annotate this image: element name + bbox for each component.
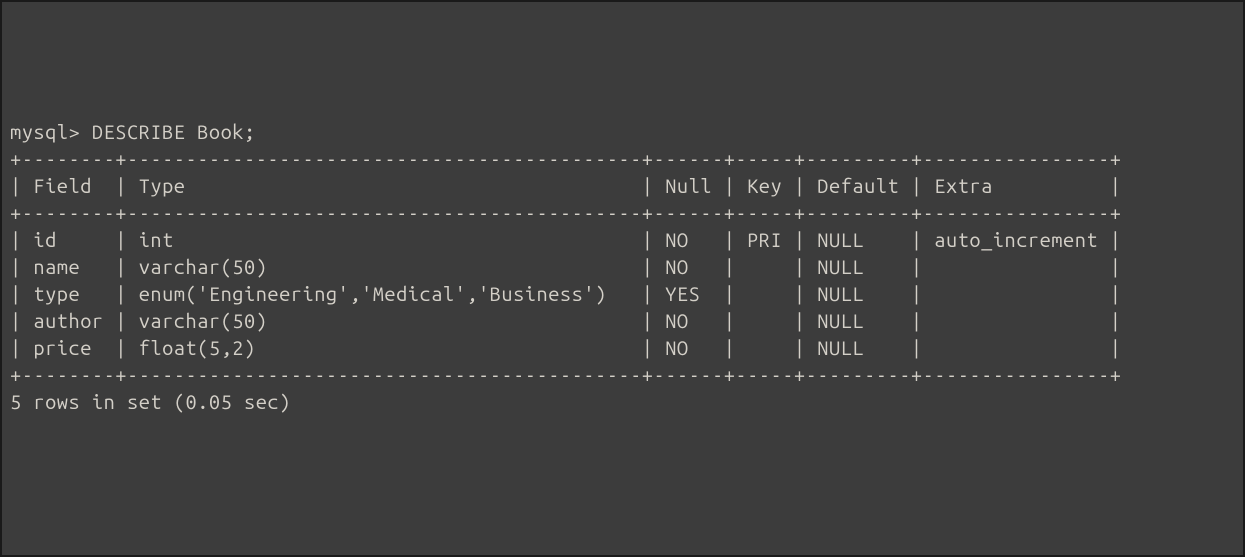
table-border-bottom: +--------+------------------------------… <box>10 363 1122 386</box>
table-border-top: +--------+------------------------------… <box>10 147 1122 170</box>
result-footer: 5 rows in set (0.05 sec) <box>10 390 291 413</box>
sql-command[interactable]: DESCRIBE Book; <box>92 120 256 143</box>
table-border-mid: +--------+------------------------------… <box>10 201 1122 224</box>
table-data-rows: | id | int | NO | PRI | NULL | auto_incr… <box>10 228 1122 359</box>
mysql-prompt: mysql> <box>10 120 80 143</box>
table-header-row: | Field | Type | Null | Key | Default | … <box>10 174 1122 197</box>
mysql-terminal-output: mysql> DESCRIBE Book; +--------+--------… <box>10 118 1235 415</box>
